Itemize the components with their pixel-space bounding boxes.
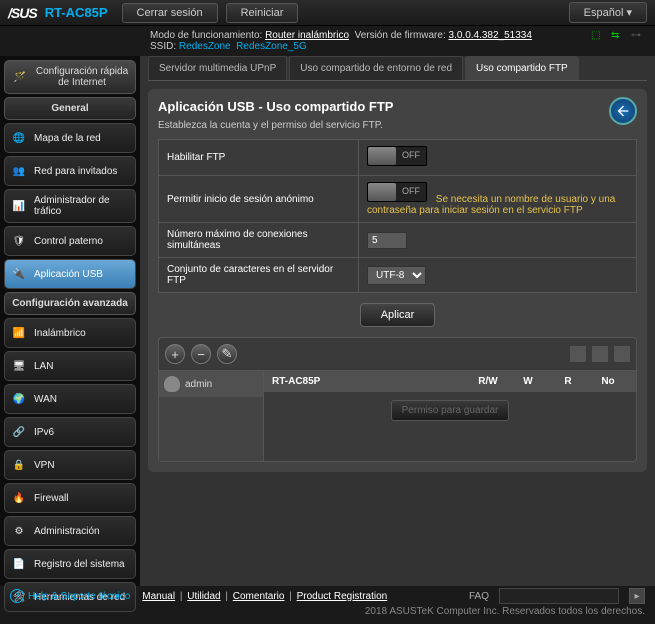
sidebar-item-system-log[interactable]: 📄Registro del sistema: [4, 549, 136, 579]
status-router-icon: ⬚: [591, 30, 605, 44]
sidebar-item-ipv6[interactable]: 🔗IPv6: [4, 417, 136, 447]
folder-remove-icon[interactable]: [614, 346, 630, 362]
model-name: RT-AC85P: [45, 5, 108, 20]
wifi-icon: 📶: [10, 324, 28, 342]
folder-icon[interactable]: [570, 346, 586, 362]
tabs: Servidor multimedia UPnP Uso compartido …: [148, 56, 647, 81]
label-anonymous: Permitir inicio de sesión anónimo: [159, 176, 359, 223]
logout-button[interactable]: Cerrar sesión: [122, 3, 218, 23]
sidebar: 🪄 Configuración rápida de Internet Gener…: [0, 56, 140, 586]
globe-icon: 🌐: [10, 129, 28, 147]
brand-logo: /SUS: [8, 5, 37, 21]
sidebar-item-lan[interactable]: 🖥LAN: [4, 351, 136, 381]
sidebar-item-usb-app[interactable]: 🔌Aplicación USB: [4, 259, 136, 289]
gear-icon: ⚙: [10, 522, 28, 540]
save-permission-button[interactable]: Permiso para guardar: [391, 400, 510, 421]
sidebar-item-guest-network[interactable]: 👥Red para invitados: [4, 156, 136, 186]
select-charset[interactable]: UTF-8: [367, 266, 426, 285]
wan-icon: 🌍: [10, 390, 28, 408]
usb-icon: 🔌: [10, 265, 28, 283]
sidebar-quick-setup[interactable]: 🪄 Configuración rápida de Internet: [4, 60, 136, 94]
link-manual[interactable]: Manual: [142, 591, 175, 602]
guest-icon: 👥: [10, 162, 28, 180]
status-link-icon: ⊶: [631, 30, 645, 44]
sidebar-item-parental-control[interactable]: 🛡Control paterno: [4, 226, 136, 256]
link-registration[interactable]: Product Registration: [297, 591, 388, 602]
sidebar-item-traffic-manager[interactable]: 📊Administrador de tráfico: [4, 189, 136, 223]
tab-ftp-share[interactable]: Uso compartido FTP: [465, 56, 579, 80]
sidebar-item-network-map[interactable]: 🌐Mapa de la red: [4, 123, 136, 153]
label-charset: Conjunto de caracteres en el servidor FT…: [159, 258, 359, 293]
log-icon: 📄: [10, 555, 28, 573]
apply-button[interactable]: Aplicar: [360, 303, 436, 327]
avatar-icon: [164, 376, 180, 392]
page-title: Aplicación USB - Uso compartido FTP: [158, 99, 637, 114]
faq-search-button[interactable]: ▸: [629, 588, 645, 604]
ipv6-icon: 🔗: [10, 423, 28, 441]
sidebar-item-wan[interactable]: 🌍WAN: [4, 384, 136, 414]
vpn-icon: 🔒: [10, 456, 28, 474]
wizard-icon: 🪄: [11, 68, 29, 86]
page-desc: Establezca la cuenta y el permiso del se…: [158, 120, 637, 131]
tab-upnp[interactable]: Servidor multimedia UPnP: [148, 56, 287, 80]
sidebar-item-vpn[interactable]: 🔒VPN: [4, 450, 136, 480]
back-arrow-icon: [615, 103, 631, 119]
sidebar-general-header: General: [4, 97, 136, 120]
share-header: RT-AC85P R/W W R No: [264, 371, 636, 392]
sidebar-item-administration[interactable]: ⚙Administración: [4, 516, 136, 546]
meter-icon: 📊: [10, 197, 28, 215]
help-link[interactable]: ? Help & Soporte técnico: [10, 589, 130, 603]
label-enable-ftp: Habilitar FTP: [159, 140, 359, 176]
language-select[interactable]: Español ▾: [569, 2, 647, 23]
toggle-anonymous[interactable]: OFF: [367, 182, 427, 202]
link-utility[interactable]: Utilidad: [187, 591, 220, 602]
firewall-icon: 🔥: [10, 489, 28, 507]
faq-label: FAQ: [469, 591, 489, 602]
add-user-button[interactable]: +: [165, 344, 185, 364]
sidebar-item-firewall[interactable]: 🔥Firewall: [4, 483, 136, 513]
lan-icon: 🖥: [10, 357, 28, 375]
reboot-button[interactable]: Reiniciar: [226, 3, 299, 23]
folder-add-icon[interactable]: [592, 346, 608, 362]
remove-user-button[interactable]: −: [191, 344, 211, 364]
input-max-connections[interactable]: [367, 232, 407, 249]
info-bar: Modo de funcionamiento: Router inalámbri…: [0, 26, 655, 56]
faq-search-input[interactable]: [499, 588, 619, 604]
tab-network-share[interactable]: Uso compartido de entorno de red: [289, 56, 463, 80]
label-max-connections: Número máximo de conexiones simultáneas: [159, 223, 359, 258]
back-button[interactable]: [609, 97, 637, 125]
user-row[interactable]: admin: [159, 371, 263, 397]
link-feedback[interactable]: Comentario: [233, 591, 285, 602]
help-icon: ?: [10, 589, 24, 603]
footer-links: Manual | Utilidad | Comentario | Product…: [140, 591, 389, 602]
toggle-enable-ftp[interactable]: OFF: [367, 146, 427, 166]
shield-icon: 🛡: [10, 232, 28, 250]
sidebar-advanced-header: Configuración avanzada: [4, 292, 136, 315]
edit-user-button[interactable]: ✎: [217, 344, 237, 364]
sidebar-item-wireless[interactable]: 📶Inalámbrico: [4, 318, 136, 348]
user-name: admin: [185, 379, 212, 390]
status-usb-icon: ⇆: [611, 30, 625, 44]
